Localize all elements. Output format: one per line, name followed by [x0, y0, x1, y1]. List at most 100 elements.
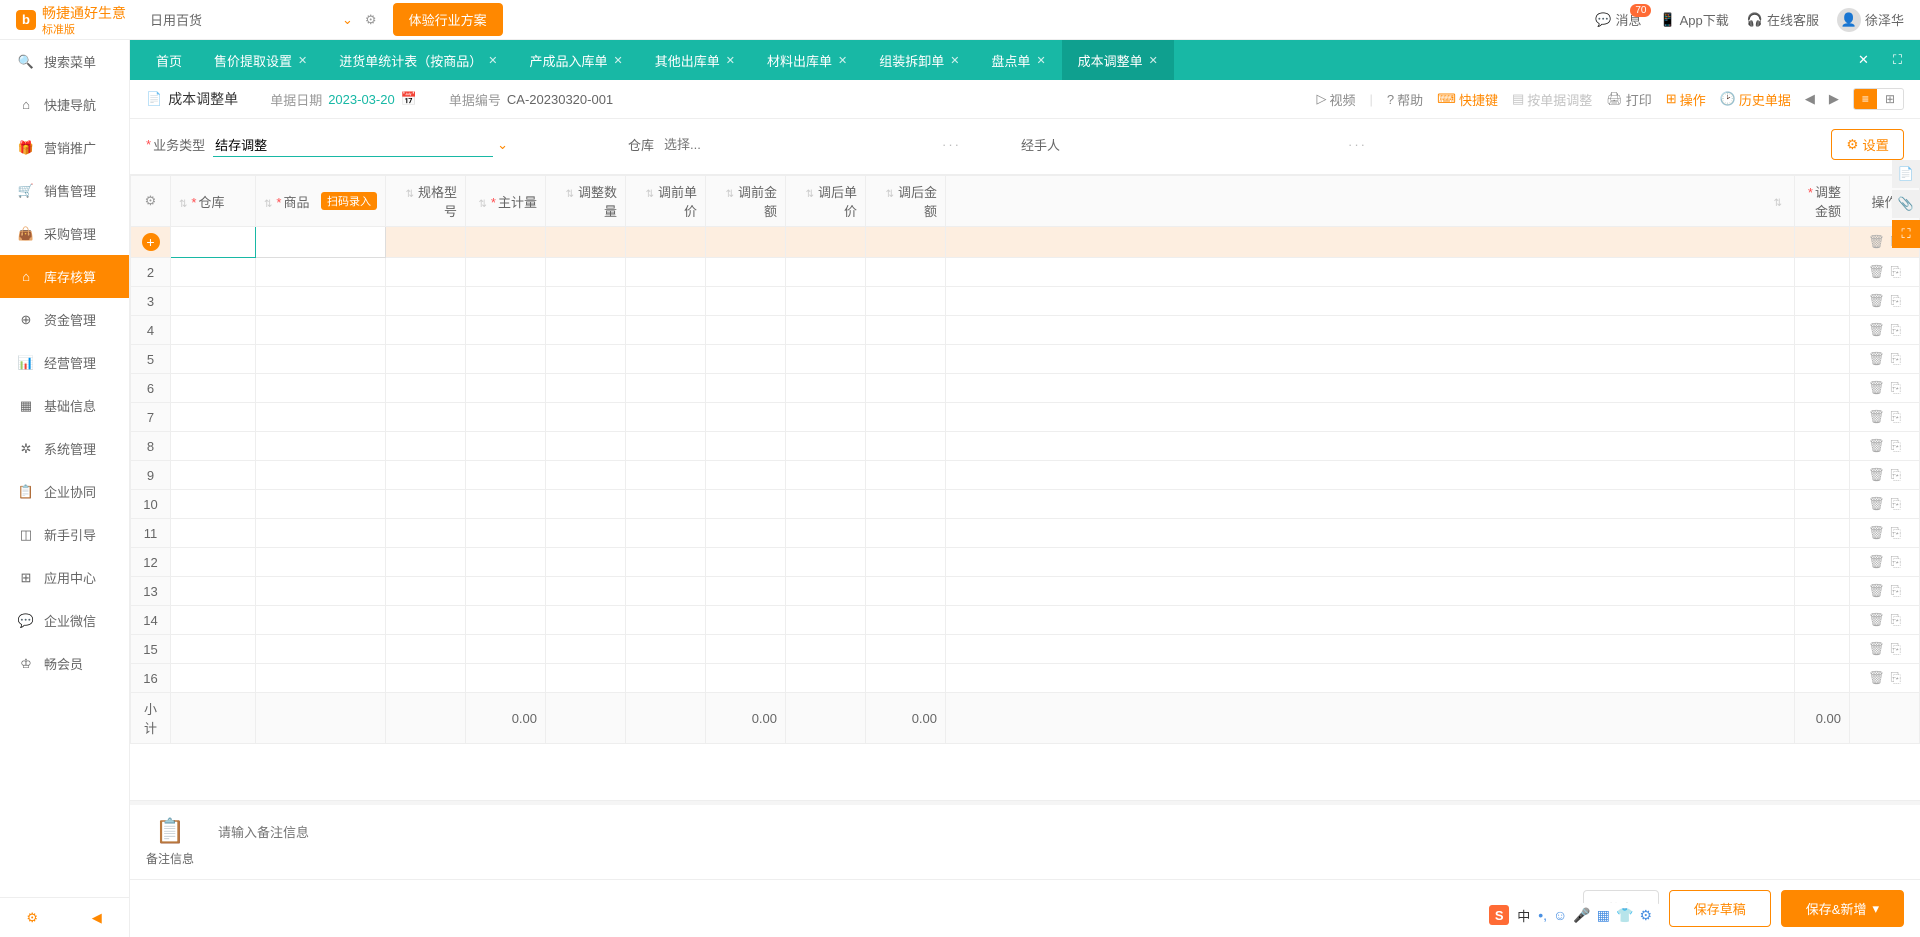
sidebar-item-0[interactable]: 🔍搜索菜单: [0, 40, 129, 83]
cell-warehouse[interactable]: [171, 403, 256, 432]
tab-8[interactable]: 成本调整单✕: [1062, 40, 1174, 80]
cell[interactable]: [866, 519, 946, 548]
tab-6[interactable]: 组装拆卸单✕: [863, 40, 975, 80]
help-link[interactable]: ? 帮助: [1387, 90, 1423, 109]
cell-product[interactable]: [256, 548, 386, 577]
copy-row-icon[interactable]: ⎘: [1891, 583, 1901, 598]
sidebar-item-4[interactable]: 👜采购管理: [0, 212, 129, 255]
cell[interactable]: [1795, 635, 1850, 664]
cell[interactable]: [1795, 664, 1850, 693]
cell-warehouse[interactable]: [171, 519, 256, 548]
cell[interactable]: [626, 287, 706, 316]
cell[interactable]: [466, 345, 546, 374]
cell-product[interactable]: [256, 461, 386, 490]
delete-row-icon[interactable]: 🗑: [1868, 641, 1885, 656]
cell-product[interactable]: [256, 403, 386, 432]
cell[interactable]: [466, 316, 546, 345]
cell[interactable]: [706, 345, 786, 374]
cell[interactable]: [466, 606, 546, 635]
cell[interactable]: [546, 403, 626, 432]
copy-row-icon[interactable]: ⎘: [1891, 612, 1901, 627]
sidebar-item-3[interactable]: 🛒销售管理: [0, 169, 129, 212]
cell[interactable]: [1795, 577, 1850, 606]
logo[interactable]: b 畅捷通好生意 标准版: [16, 3, 130, 37]
table-row[interactable]: 15🗑⎘: [131, 635, 1920, 664]
cell-warehouse[interactable]: [171, 432, 256, 461]
biz-type-input[interactable]: [213, 133, 493, 157]
cell-warehouse[interactable]: [171, 345, 256, 374]
cell[interactable]: [946, 316, 1795, 345]
video-link[interactable]: ▷ 视频: [1317, 90, 1356, 109]
cell[interactable]: [386, 227, 466, 258]
cell-warehouse[interactable]: [171, 258, 256, 287]
cell[interactable]: [386, 287, 466, 316]
operate-button[interactable]: ⊞ 操作: [1666, 90, 1706, 109]
cell[interactable]: [786, 490, 866, 519]
cell-product[interactable]: [256, 635, 386, 664]
cell[interactable]: [786, 519, 866, 548]
th-before-price[interactable]: ⇅调前单价: [626, 176, 706, 227]
th-main-qty[interactable]: ⇅*主计量: [466, 176, 546, 227]
ime-icon-6[interactable]: ⚙: [1639, 907, 1652, 924]
th-after-amount[interactable]: ⇅调后金额: [866, 176, 946, 227]
tab-3[interactable]: 产成品入库单✕: [513, 40, 638, 80]
cell[interactable]: [466, 577, 546, 606]
online-service-link[interactable]: 🎧 在线客服: [1747, 10, 1819, 29]
cell[interactable]: [1795, 258, 1850, 287]
th-adj-qty[interactable]: ⇅调整数量: [546, 176, 626, 227]
copy-row-icon[interactable]: ⎘: [1891, 293, 1901, 308]
cell[interactable]: [466, 635, 546, 664]
cell[interactable]: [386, 374, 466, 403]
cell[interactable]: [786, 606, 866, 635]
delete-row-icon[interactable]: 🗑: [1868, 496, 1885, 511]
cell[interactable]: [466, 374, 546, 403]
rail-copy-button[interactable]: 📄: [1892, 160, 1920, 188]
cell-product[interactable]: [256, 432, 386, 461]
table-row[interactable]: 8🗑⎘: [131, 432, 1920, 461]
cell[interactable]: [626, 227, 706, 258]
table-row[interactable]: +🗑⎘: [131, 227, 1920, 258]
delete-row-icon[interactable]: 🗑: [1868, 612, 1885, 627]
cell[interactable]: [386, 258, 466, 287]
cell[interactable]: [386, 577, 466, 606]
ime-toolbar[interactable]: S 中 •, ☺ 🎤 ▦ 👕 ⚙: [1481, 903, 1660, 927]
tab-close-icon[interactable]: ✕: [614, 54, 623, 67]
cell[interactable]: [1795, 432, 1850, 461]
cell[interactable]: [626, 635, 706, 664]
delete-row-icon[interactable]: 🗑: [1868, 525, 1885, 540]
cell[interactable]: [786, 227, 866, 258]
cell[interactable]: [386, 490, 466, 519]
tab-close-icon[interactable]: ✕: [298, 54, 307, 67]
cell[interactable]: [786, 287, 866, 316]
cell-warehouse[interactable]: [171, 287, 256, 316]
cell-product[interactable]: [256, 606, 386, 635]
ime-icon-5[interactable]: 👕: [1616, 907, 1633, 924]
remarks-input[interactable]: [210, 817, 1904, 848]
tab-4[interactable]: 其他出库单✕: [639, 40, 751, 80]
ime-lang[interactable]: 中: [1517, 906, 1530, 925]
cell[interactable]: [706, 374, 786, 403]
tab-close-icon[interactable]: ✕: [950, 54, 959, 67]
cell[interactable]: [546, 635, 626, 664]
cell[interactable]: [706, 432, 786, 461]
history-button[interactable]: 🕑 历史单据: [1720, 90, 1791, 109]
cell-warehouse[interactable]: [171, 635, 256, 664]
sidebar-item-11[interactable]: ◫新手引导: [0, 513, 129, 556]
cell[interactable]: [626, 664, 706, 693]
cell[interactable]: [1795, 227, 1850, 258]
cell[interactable]: [546, 258, 626, 287]
print-button[interactable]: 🖨 打印: [1606, 90, 1652, 109]
tab-5[interactable]: 材料出库单✕: [751, 40, 863, 80]
view-list-icon[interactable]: ≡: [1854, 89, 1877, 109]
copy-row-icon[interactable]: ⎘: [1891, 351, 1901, 366]
cell[interactable]: [1795, 345, 1850, 374]
cell[interactable]: [866, 287, 946, 316]
adjust-by-doc-button[interactable]: ▤ 按单据调整: [1512, 90, 1592, 109]
cell[interactable]: [706, 577, 786, 606]
cell[interactable]: [946, 635, 1795, 664]
cell[interactable]: [386, 664, 466, 693]
delete-row-icon[interactable]: 🗑: [1868, 322, 1885, 337]
cell[interactable]: [626, 258, 706, 287]
th-warehouse[interactable]: ⇅*仓库: [171, 176, 256, 227]
cell[interactable]: [866, 606, 946, 635]
